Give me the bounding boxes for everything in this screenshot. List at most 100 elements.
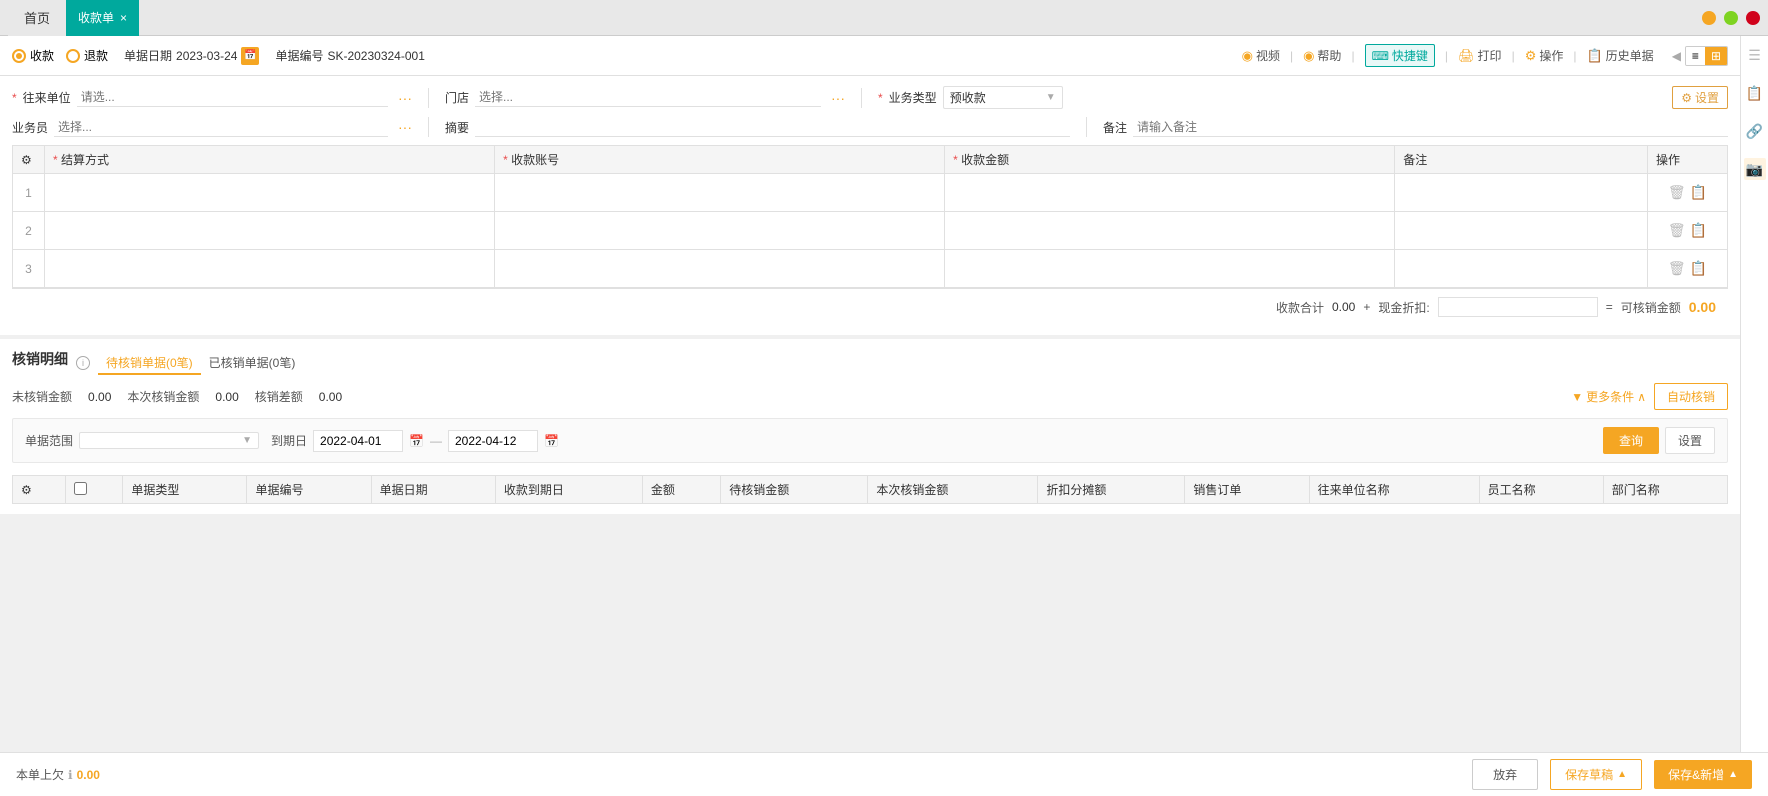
sep2: | <box>1351 49 1354 63</box>
this-time-value: 0.00 <box>215 390 238 404</box>
form-divider-2 <box>861 88 862 108</box>
copy-row-3-icon[interactable]: 📋 <box>1690 260 1707 277</box>
sidebar-camera-icon[interactable]: 📷 <box>1744 158 1766 180</box>
date-value: 2023-03-24 <box>176 49 237 63</box>
sep1: | <box>1290 49 1293 63</box>
bottom-bar: 本单上欠 ℹ 0.00 放弃 保存草稿 ▲ 保存&新增 ▲ <box>0 752 1768 796</box>
radio-receipt[interactable]: 收款 <box>12 47 54 64</box>
help-icon: ◉ <box>1303 48 1314 64</box>
receipt-account-header: * 收款账号 <box>495 146 945 174</box>
radio-refund[interactable]: 退款 <box>66 47 108 64</box>
save-new-button[interactable]: 保存&新增 ▲ <box>1654 760 1752 789</box>
settlement-method-3[interactable] <box>45 250 495 288</box>
btable-checkbox-header[interactable] <box>66 476 123 504</box>
save-draft-button[interactable]: 保存草稿 ▲ <box>1550 759 1642 790</box>
query-button[interactable]: 查询 <box>1603 427 1659 454</box>
settings-button[interactable]: ⚙ 设置 <box>1672 86 1728 109</box>
reconciliation-info-icon[interactable]: i <box>76 356 90 370</box>
counterparty-more-icon[interactable]: ··· <box>398 90 412 106</box>
tab-home[interactable]: 首页 <box>8 0 66 36</box>
counterparty-input[interactable] <box>77 88 388 107</box>
shortcut-action[interactable]: ⌨ 快捷键 <box>1365 44 1435 67</box>
store-input[interactable] <box>475 88 821 107</box>
due-date-field: 到期日 📅 — 📅 <box>271 430 559 452</box>
copy-row-1-icon[interactable]: 📋 <box>1690 184 1707 201</box>
receipt-account-3[interactable] <box>495 250 945 288</box>
staff-more-icon[interactable]: ··· <box>398 119 412 135</box>
operation-action[interactable]: ⚙ 操作 <box>1525 47 1564 64</box>
delete-row-2-icon[interactable]: 🗑 <box>1668 222 1686 239</box>
business-type-select[interactable]: 预收款 ▼ <box>943 86 1063 109</box>
settlement-method-2[interactable] <box>45 212 495 250</box>
list-view-btn[interactable]: ≡ <box>1686 47 1705 65</box>
row-remark-2[interactable] <box>1395 212 1648 250</box>
print-action[interactable]: 🖨 打印 <box>1458 47 1502 64</box>
copy-row-2-icon[interactable]: 📋 <box>1690 222 1707 239</box>
reconciliation-tabs: 待核销单据(0笔) 已核销单据(0笔) <box>98 352 303 375</box>
receipt-account-1[interactable] <box>495 174 945 212</box>
bottom-table-container: ⚙ 单据类型 单据编号 单据日期 收款到期日 金额 待核销金额 本次核销金额 <box>12 471 1728 504</box>
close-button[interactable] <box>1746 11 1760 25</box>
delete-row-3-icon[interactable]: 🗑 <box>1668 260 1686 277</box>
summary-field: 摘要 <box>445 118 1070 137</box>
right-sidebar: ☰ 📋 🔗 📷 <box>1740 36 1768 796</box>
remark-input[interactable] <box>1133 118 1728 137</box>
settlement-method-1[interactable] <box>45 174 495 212</box>
staff-field: 业务员 ··· <box>12 118 412 137</box>
print-label: 打印 <box>1478 47 1502 64</box>
more-conditions-label: 更多条件 <box>1586 388 1634 405</box>
sidebar-doc-icon[interactable]: 📋 <box>1744 82 1766 104</box>
select-all-checkbox[interactable] <box>74 482 87 495</box>
date-from-input[interactable] <box>313 430 403 452</box>
remark-label: 备注 <box>1103 119 1127 136</box>
history-action[interactable]: 📋 历史单据 <box>1586 47 1653 64</box>
btable-amount-header: 金额 <box>642 476 720 504</box>
delete-row-1-icon[interactable]: 🗑 <box>1668 184 1686 201</box>
date-field: 单据日期 2023-03-24 📅 <box>124 47 259 65</box>
chevron-up-icon: ∧ <box>1637 390 1646 404</box>
abandon-button[interactable]: 放弃 <box>1472 759 1538 790</box>
row-remark-3[interactable] <box>1395 250 1648 288</box>
net-amount-label: 可核销金额 <box>1621 299 1681 316</box>
video-action[interactable]: ◉ 视频 <box>1242 47 1280 64</box>
calendar-icon[interactable]: 📅 <box>241 47 259 65</box>
sidebar-link-icon[interactable]: 🔗 <box>1744 120 1766 142</box>
net-amount-value: 0.00 <box>1689 299 1716 315</box>
radio-refund-label: 退款 <box>84 47 108 64</box>
table-settings-button[interactable]: 设置 <box>1665 427 1715 454</box>
more-conditions-btn[interactable]: ▼ 更多条件 ∧ <box>1571 388 1646 405</box>
receipt-amount-3[interactable] <box>945 250 1395 288</box>
grid-view-btn[interactable]: ⊞ <box>1705 47 1727 65</box>
range-select[interactable]: ▼ <box>79 432 259 449</box>
discount-input[interactable] <box>1438 297 1598 317</box>
summary-input[interactable] <box>475 118 1070 137</box>
business-type-value: 预收款 <box>950 89 1042 106</box>
settings-icon: ⚙ <box>1681 91 1692 105</box>
receipt-amount-2[interactable] <box>945 212 1395 250</box>
calendar-to-icon[interactable]: 📅 <box>544 434 559 448</box>
help-action[interactable]: ◉ 帮助 <box>1303 47 1341 64</box>
btable-gear-header[interactable]: ⚙ <box>13 476 66 504</box>
receipt-amount-1[interactable] <box>945 174 1395 212</box>
table-gear-header[interactable]: ⚙ <box>13 146 45 174</box>
toolbar-right: ◉ 视频 | ◉ 帮助 | ⌨ 快捷键 | 🖨 打印 | <box>1242 44 1728 67</box>
nav-prev-icon[interactable]: ◀ <box>1672 49 1681 63</box>
auto-reconcile-button[interactable]: 自动核销 <box>1654 383 1728 410</box>
row-remark-1[interactable] <box>1395 174 1648 212</box>
tab-done[interactable]: 已核销单据(0笔) <box>201 352 304 375</box>
tab-close-icon[interactable]: × <box>120 11 127 25</box>
unreconciled-value: 0.00 <box>88 390 111 404</box>
remark-field: 备注 <box>1103 118 1728 137</box>
receipt-account-2[interactable] <box>495 212 945 250</box>
tab-pending[interactable]: 待核销单据(0笔) <box>98 352 201 375</box>
tab-active[interactable]: 收款单 × <box>66 0 139 36</box>
date-to-input[interactable] <box>448 430 538 452</box>
sidebar-table-icon[interactable]: ☰ <box>1744 44 1766 66</box>
maximize-button[interactable] <box>1724 11 1738 25</box>
minimize-button[interactable] <box>1702 11 1716 25</box>
calendar-from-icon[interactable]: 📅 <box>409 434 424 448</box>
staff-input[interactable] <box>54 118 388 137</box>
store-more-icon[interactable]: ··· <box>831 90 845 106</box>
row-actions-1: 🗑 📋 <box>1648 174 1728 212</box>
btable-type-header: 单据类型 <box>123 476 247 504</box>
